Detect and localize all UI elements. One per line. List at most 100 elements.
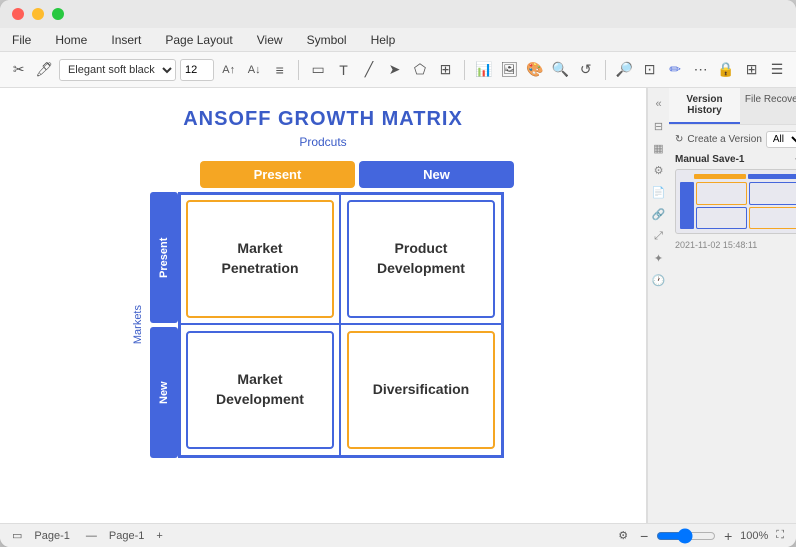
tab-file-recovery[interactable]: File Recovery xyxy=(740,88,796,124)
panel-layers-icon[interactable]: ⊟ xyxy=(651,118,667,134)
cut-icon[interactable]: ✂ xyxy=(8,58,29,82)
version-thumbnail[interactable] xyxy=(675,169,796,234)
zoom-in-button[interactable]: + xyxy=(720,528,736,544)
page-label: Page-1 xyxy=(109,530,144,542)
maximize-button[interactable] xyxy=(52,8,64,20)
zoom-level: 100% xyxy=(740,530,768,542)
product-development-text: Product Development xyxy=(377,239,465,278)
grid-icon[interactable]: ⊞ xyxy=(741,58,762,82)
menu-home[interactable]: Home xyxy=(51,31,91,49)
page-indicator: Page-1 xyxy=(34,530,69,542)
statusbar-right: ⚙ − + 100% ⛶ xyxy=(618,528,784,544)
font-size-input[interactable] xyxy=(180,59,214,81)
diagram-subtitle: Prodcuts xyxy=(299,135,346,149)
panel-format-icon[interactable]: ✦ xyxy=(651,250,667,266)
panel-content: ↻ Create a Version All Manual Save-1 ··· xyxy=(669,125,796,523)
crop-icon[interactable]: ⊡ xyxy=(639,58,660,82)
lock-icon[interactable]: 🔒 xyxy=(715,58,736,82)
manual-save-label: Manual Save-1 xyxy=(675,154,744,165)
create-version-label: Create a Version xyxy=(687,134,762,145)
panel-link-icon[interactable]: 🔗 xyxy=(651,206,667,222)
panel-main-col: Version History File Recovery ↻ Create a… xyxy=(669,88,796,523)
arrow-icon[interactable]: ➤ xyxy=(384,58,405,82)
rectangle-icon[interactable]: ▭ xyxy=(307,58,328,82)
panel-settings-icon[interactable]: ⚙ xyxy=(651,162,667,178)
matrix-row-top: Market Penetration Product Development xyxy=(181,195,501,325)
menu-symbol[interactable]: Symbol xyxy=(303,31,351,49)
more-icon[interactable]: ☰ xyxy=(766,58,787,82)
col-new-label: New xyxy=(359,161,514,188)
align-icon[interactable]: ≡ xyxy=(269,58,290,82)
page-size-icon: ▭ xyxy=(12,529,22,542)
cell-diversification-inner: Diversification xyxy=(347,331,495,449)
menu-file[interactable]: File xyxy=(8,31,35,49)
version-row: ↻ Create a Version All xyxy=(675,131,796,148)
pen-icon[interactable]: ✏ xyxy=(664,58,685,82)
table-icon[interactable]: ⊞ xyxy=(435,58,456,82)
timestamp: 2021-11-02 15:48:11 xyxy=(675,240,796,250)
shape-icon[interactable]: ⬠ xyxy=(409,58,430,82)
version-select[interactable]: All xyxy=(766,131,796,148)
matrix-grid: Market Penetration Product Development xyxy=(178,192,504,458)
add-page-button[interactable]: + xyxy=(156,530,162,542)
cell-market-development-inner: Market Development xyxy=(186,331,334,449)
font-larger-icon[interactable]: A↑ xyxy=(218,58,239,82)
search2-icon[interactable]: 🔍 xyxy=(550,58,571,82)
panel-split: « ⊟ ▦ ⚙ 📄 🔗 ⤢ ✦ 🕐 Version History File R… xyxy=(647,88,796,523)
page-separator: — xyxy=(86,530,97,542)
market-penetration-text: Market Penetration xyxy=(221,239,298,278)
row-new-label: New xyxy=(150,327,178,458)
market-development-text: Market Development xyxy=(216,370,304,409)
right-panel: « ⊟ ▦ ⚙ 📄 🔗 ⤢ ✦ 🕐 Version History File R… xyxy=(646,88,796,523)
menu-page-layout[interactable]: Page Layout xyxy=(161,31,236,49)
matrix-container: Present New Markets Present New xyxy=(130,161,516,458)
panel-icons-col: « ⊟ ▦ ⚙ 📄 🔗 ⤢ ✦ 🕐 xyxy=(647,88,669,523)
panel-expand-icon[interactable]: ⤢ xyxy=(651,228,667,244)
panel-shapes-icon[interactable]: ▦ xyxy=(651,140,667,156)
close-button[interactable] xyxy=(12,8,24,20)
minimize-button[interactable] xyxy=(32,8,44,20)
main-area: ANSOFF GROWTH MATRIX Prodcuts Present Ne… xyxy=(0,88,796,523)
cell-market-development: Market Development xyxy=(181,325,341,455)
separator-3 xyxy=(605,60,606,80)
canvas-area: ANSOFF GROWTH MATRIX Prodcuts Present Ne… xyxy=(0,88,646,523)
tab-version-history[interactable]: Version History xyxy=(669,88,740,124)
fill-icon[interactable]: 🎨 xyxy=(524,58,545,82)
menu-view[interactable]: View xyxy=(253,31,287,49)
panel-clock-icon[interactable]: 🕐 xyxy=(651,272,667,288)
settings-icon[interactable]: ⚙ xyxy=(618,529,628,542)
panel-collapse-icon[interactable]: « xyxy=(651,96,667,112)
cell-product-development-inner: Product Development xyxy=(347,200,495,318)
manual-save-row: Manual Save-1 ··· xyxy=(675,154,796,165)
font-smaller-icon[interactable]: A↓ xyxy=(243,58,264,82)
cell-product-development: Product Development xyxy=(341,195,501,325)
titlebar xyxy=(0,0,796,28)
menubar: File Home Insert Page Layout View Symbol… xyxy=(0,28,796,52)
diagram-title: ANSOFF GROWTH MATRIX xyxy=(183,108,463,131)
zoom-icon[interactable]: 🔎 xyxy=(613,58,634,82)
panel-page-icon[interactable]: 📄 xyxy=(651,184,667,200)
panel-tabs: Version History File Recovery xyxy=(669,88,796,125)
column-headers: Present New xyxy=(198,161,516,188)
format-icon[interactable]: 🖊 xyxy=(33,58,54,82)
statusbar: ▭ Page-1 — Page-1 + ⚙ − + 100% ⛶ xyxy=(0,523,796,547)
text-icon[interactable]: T xyxy=(333,58,354,82)
line-icon[interactable]: ╱ xyxy=(358,58,379,82)
zoom-slider[interactable] xyxy=(656,528,716,544)
matrix-row-bottom: Market Development Diversification xyxy=(181,325,501,455)
zoom-out-button[interactable]: − xyxy=(636,528,652,544)
chart-icon[interactable]: 📊 xyxy=(473,58,494,82)
menu-help[interactable]: Help xyxy=(367,31,400,49)
row-present-label: Present xyxy=(150,192,178,323)
font-select[interactable]: Elegant soft black xyxy=(59,59,176,81)
fullscreen-icon[interactable]: ⛶ xyxy=(776,529,784,542)
menu-insert[interactable]: Insert xyxy=(107,31,145,49)
refresh-icon: ↻ xyxy=(675,134,683,145)
col-present-label: Present xyxy=(200,161,355,188)
row-labels: Present New xyxy=(150,192,178,458)
rotate-icon[interactable]: ↺ xyxy=(575,58,596,82)
diversification-text: Diversification xyxy=(373,380,469,400)
image-icon[interactable]: 🖼 xyxy=(499,58,520,82)
dots-icon[interactable]: ⋯ xyxy=(690,58,711,82)
cell-diversification: Diversification xyxy=(341,325,501,455)
